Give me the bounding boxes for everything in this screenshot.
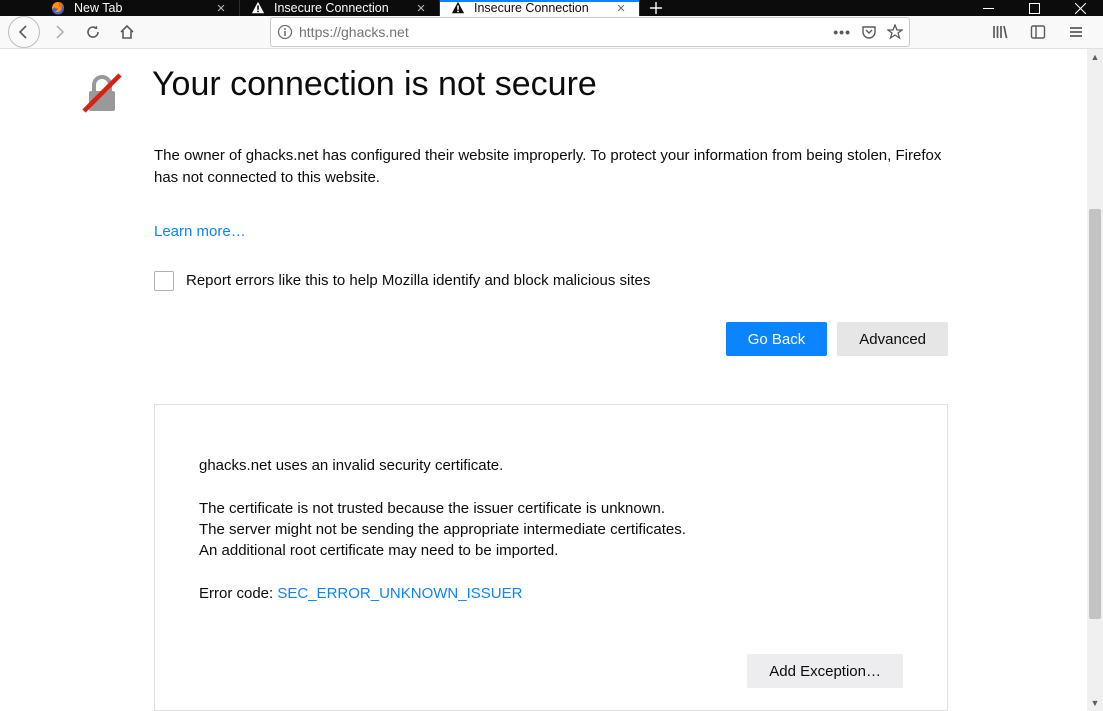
minimize-button[interactable] xyxy=(965,0,1011,16)
cert-summary: ghacks.net uses an invalid security cert… xyxy=(199,455,903,476)
maximize-button[interactable] xyxy=(1011,0,1057,16)
forward-button[interactable] xyxy=(44,17,74,47)
new-tab-button[interactable] xyxy=(640,0,672,16)
close-icon[interactable]: × xyxy=(413,0,429,16)
library-icon[interactable] xyxy=(985,17,1015,47)
tab-label: Insecure Connection xyxy=(274,1,405,15)
error-code-link[interactable]: SEC_ERROR_UNKNOWN_ISSUER xyxy=(277,585,522,602)
reload-button[interactable] xyxy=(78,17,108,47)
close-icon[interactable]: × xyxy=(213,0,229,16)
learn-more-link[interactable]: Learn more… xyxy=(154,221,246,243)
tab-insecure-2[interactable]: Insecure Connection × xyxy=(440,0,640,16)
pocket-icon[interactable] xyxy=(861,24,877,40)
cert-reason: An additional root certificate may need … xyxy=(199,540,903,561)
close-window-button[interactable] xyxy=(1057,0,1103,16)
scrollbar-thumb[interactable] xyxy=(1089,209,1101,619)
report-checkbox[interactable] xyxy=(154,271,174,291)
menu-icon[interactable] xyxy=(1061,17,1091,47)
certificate-details: ghacks.net uses an invalid security cert… xyxy=(154,404,948,711)
page-actions-icon[interactable]: ••• xyxy=(833,24,851,40)
warning-icon xyxy=(250,0,266,16)
scrollbar[interactable]: ▲ ▼ xyxy=(1087,49,1103,711)
window-controls xyxy=(965,0,1103,16)
go-back-button[interactable]: Go Back xyxy=(726,322,828,356)
warning-icon xyxy=(450,0,466,16)
page-title: Your connection is not secure xyxy=(152,65,597,104)
scroll-up-icon[interactable]: ▲ xyxy=(1087,49,1103,65)
page-content: Your connection is not secure The owner … xyxy=(0,49,1087,711)
url-text: https://ghacks.net xyxy=(299,24,827,40)
titlebar: New Tab × Insecure Connection × Insecure… xyxy=(0,0,1103,16)
tab-label: New Tab xyxy=(74,1,205,15)
tab-newtab[interactable]: New Tab × xyxy=(40,0,240,16)
home-button[interactable] xyxy=(112,17,142,47)
scroll-down-icon[interactable]: ▼ xyxy=(1087,695,1103,711)
bookmark-star-icon[interactable] xyxy=(887,24,903,40)
error-code-label: Error code: xyxy=(199,585,277,602)
tab-label: Insecure Connection xyxy=(474,1,605,15)
advanced-button[interactable]: Advanced xyxy=(837,322,948,356)
navbar: https://ghacks.net ••• xyxy=(0,16,1103,49)
url-bar[interactable]: https://ghacks.net ••• xyxy=(270,17,910,47)
info-icon[interactable] xyxy=(277,24,293,40)
insecure-lock-icon xyxy=(78,69,126,117)
tab-insecure-1[interactable]: Insecure Connection × xyxy=(240,0,440,16)
cert-reason: The certificate is not trusted because t… xyxy=(199,498,903,519)
description-text: The owner of ghacks.net has configured t… xyxy=(154,145,948,189)
cert-reason: The server might not be sending the appr… xyxy=(199,519,903,540)
firefox-icon xyxy=(50,0,66,16)
report-label: Report errors like this to help Mozilla … xyxy=(186,270,650,292)
add-exception-button[interactable]: Add Exception… xyxy=(747,654,903,688)
close-icon[interactable]: × xyxy=(613,0,629,16)
tabstrip: New Tab × Insecure Connection × Insecure… xyxy=(0,0,965,16)
back-button[interactable] xyxy=(8,16,40,48)
sidebar-icon[interactable] xyxy=(1023,17,1053,47)
